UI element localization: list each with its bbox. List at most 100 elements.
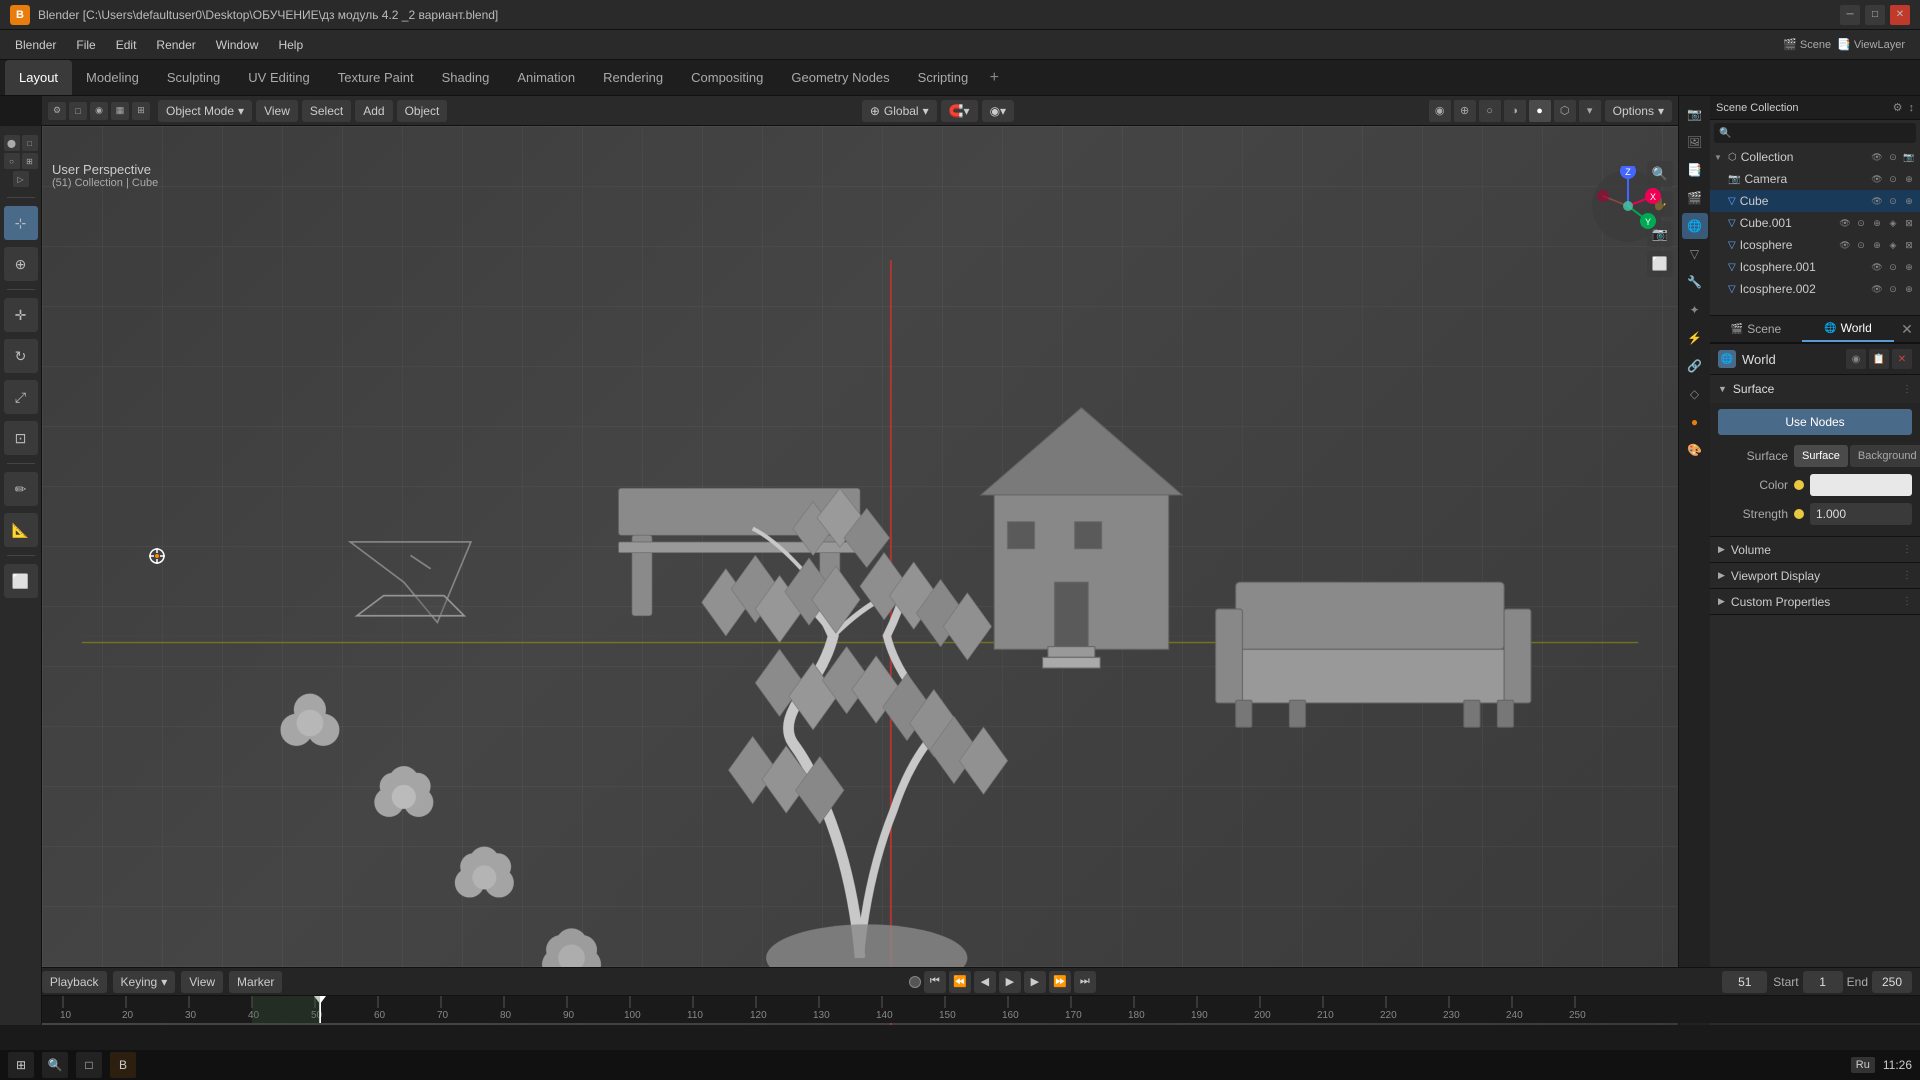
scene-props-icon[interactable]: 🎬 bbox=[1682, 185, 1708, 211]
marker-menu[interactable]: Marker bbox=[229, 971, 282, 993]
menu-render[interactable]: Render bbox=[146, 35, 205, 55]
blender-taskbar-btn[interactable]: B bbox=[110, 1052, 136, 1078]
outliner-collection[interactable]: ▼ ⬡ Collection 👁 ⊙ 📷 bbox=[1710, 146, 1920, 168]
select-tool[interactable]: ⊹ bbox=[4, 206, 38, 240]
object-props-icon[interactable]: ▽ bbox=[1682, 241, 1708, 267]
move-tool[interactable]: ✛ bbox=[4, 298, 38, 332]
end-frame-input[interactable]: 250 bbox=[1872, 971, 1912, 993]
custom-properties-section[interactable]: ▶ Custom Properties ⋮ bbox=[1710, 589, 1920, 615]
scene-tab[interactable]: 🎬 Scene bbox=[1710, 316, 1802, 342]
navigation-gizmo[interactable]: X Y Z bbox=[1588, 166, 1668, 246]
outliner-sort-btn[interactable]: ↕ bbox=[1909, 102, 1915, 114]
viewport-icon-1[interactable]: ⚙ bbox=[48, 102, 66, 120]
next-keyframe-btn[interactable]: ⏩ bbox=[1049, 971, 1071, 993]
outliner-camera[interactable]: 📷 Camera 👁 ⊙ ⊕ bbox=[1710, 168, 1920, 190]
mode-icon-3[interactable]: ○ bbox=[4, 153, 20, 169]
snap-btn[interactable]: 🧲▾ bbox=[941, 100, 978, 122]
options-btn[interactable]: Options ▾ bbox=[1605, 100, 1672, 122]
shading-props-icon[interactable]: 🎨 bbox=[1682, 437, 1708, 463]
tab-geometry-nodes[interactable]: Geometry Nodes bbox=[777, 60, 903, 95]
mode-icon-2[interactable]: □ bbox=[22, 135, 38, 151]
modifier-props-icon[interactable]: 🔧 bbox=[1682, 269, 1708, 295]
timeline-view-menu[interactable]: View bbox=[181, 971, 223, 993]
color-swatch[interactable] bbox=[1810, 474, 1912, 496]
viewport-icon-2[interactable]: □ bbox=[69, 102, 87, 120]
add-menu[interactable]: Add bbox=[355, 100, 392, 122]
playback-menu[interactable]: Playback bbox=[42, 971, 107, 993]
close-button[interactable]: ✕ bbox=[1890, 5, 1910, 25]
outliner-filter-btn[interactable]: ⚙ bbox=[1893, 101, 1903, 114]
jump-start-btn[interactable]: ⏮ bbox=[924, 971, 946, 993]
surface-menu-btn[interactable]: ⋮ bbox=[1902, 384, 1912, 395]
viewport-icon-4[interactable]: ▦ bbox=[111, 102, 129, 120]
use-nodes-button[interactable]: Use Nodes bbox=[1718, 409, 1912, 435]
object-menu[interactable]: Object bbox=[397, 100, 448, 122]
output-props-icon[interactable]: 🖼 bbox=[1682, 129, 1708, 155]
viewport-icon-5[interactable]: ⊞ bbox=[132, 102, 150, 120]
outliner-icosphere001[interactable]: ▽ Icosphere.001 👁 ⊙ ⊕ bbox=[1710, 256, 1920, 278]
measure-tool[interactable]: 📐 bbox=[4, 513, 38, 547]
world-prop-btn1[interactable]: ◉ bbox=[1846, 349, 1866, 369]
start-button[interactable]: ⊞ bbox=[8, 1052, 34, 1078]
world-props-icon[interactable]: 🌐 bbox=[1682, 213, 1708, 239]
local-view-btn[interactable]: ⬜ bbox=[1647, 251, 1673, 277]
object-mode-dropdown[interactable]: Object Mode ▾ bbox=[158, 100, 252, 122]
volume-section[interactable]: ▶ Volume ⋮ bbox=[1710, 537, 1920, 563]
outliner-icosphere[interactable]: ▽ Icosphere 👁 ⊙ ⊕ ◈ ⊠ bbox=[1710, 234, 1920, 256]
particles-props-icon[interactable]: ✦ bbox=[1682, 297, 1708, 323]
mode-icon-1[interactable]: ⬤ bbox=[4, 135, 20, 151]
annotate-tool[interactable]: ✏ bbox=[4, 472, 38, 506]
search-button[interactable]: 🔍 bbox=[42, 1052, 68, 1078]
mode-icon-5[interactable]: ▷ bbox=[13, 171, 29, 187]
shading-mode-3[interactable]: ● bbox=[1529, 100, 1551, 122]
prev-keyframe-btn[interactable]: ⏪ bbox=[949, 971, 971, 993]
rotate-tool[interactable]: ↻ bbox=[4, 339, 38, 373]
world-prop-btn3[interactable]: ✕ bbox=[1892, 349, 1912, 369]
physics-props-icon[interactable]: ⚡ bbox=[1682, 325, 1708, 351]
task-view-btn[interactable]: □ bbox=[76, 1052, 102, 1078]
tab-shading[interactable]: Shading bbox=[428, 60, 504, 95]
menu-file[interactable]: File bbox=[66, 35, 105, 55]
world-tab[interactable]: 🌐 World bbox=[1802, 316, 1894, 342]
play-btn[interactable]: ▶ bbox=[999, 971, 1021, 993]
background-tab-btn[interactable]: Background bbox=[1850, 445, 1920, 467]
tab-scripting[interactable]: Scripting bbox=[904, 60, 983, 95]
proportional-edit-btn[interactable]: ◉▾ bbox=[982, 100, 1015, 122]
surface-tab-btn[interactable]: Surface bbox=[1794, 445, 1848, 467]
outliner-cube[interactable]: ▽ Cube 👁 ⊙ ⊕ bbox=[1710, 190, 1920, 212]
cp-menu-icon[interactable]: ⋮ bbox=[1902, 596, 1912, 607]
select-menu[interactable]: Select bbox=[302, 100, 351, 122]
next-frame-btn[interactable]: ▶ bbox=[1024, 971, 1046, 993]
outliner-search[interactable]: 🔍 bbox=[1714, 123, 1916, 143]
vd-menu-icon[interactable]: ⋮ bbox=[1902, 570, 1912, 581]
volume-menu-icon[interactable]: ⋮ bbox=[1902, 544, 1912, 555]
strength-input[interactable]: 1.000 bbox=[1810, 503, 1912, 525]
gizmo-btn[interactable]: ⊕ bbox=[1454, 100, 1476, 122]
current-frame-display[interactable]: 51 bbox=[1722, 971, 1767, 993]
sel-btn-col[interactable]: ⊙ bbox=[1886, 150, 1900, 164]
world-prop-btn2[interactable]: 📋 bbox=[1869, 349, 1889, 369]
vis-btn-col[interactable]: 👁 bbox=[1870, 150, 1884, 164]
scale-tool[interactable]: ⤢ bbox=[4, 380, 38, 414]
shading-mode-2[interactable]: ◑ bbox=[1504, 100, 1526, 122]
mode-icon-4[interactable]: ⊞ bbox=[22, 153, 38, 169]
overlay-btn[interactable]: ◉ bbox=[1429, 100, 1451, 122]
close-world-btn[interactable]: ✕ bbox=[1894, 316, 1920, 342]
tab-compositing[interactable]: Compositing bbox=[677, 60, 777, 95]
shading-mode-4[interactable]: ⬡ bbox=[1554, 100, 1576, 122]
viewport-display-section[interactable]: ▶ Viewport Display ⋮ bbox=[1710, 563, 1920, 589]
viewlayer-selector[interactable]: 📑 ViewLayer bbox=[1837, 38, 1905, 51]
view-menu[interactable]: View bbox=[256, 100, 298, 122]
scene-selector[interactable]: 🎬 Scene bbox=[1783, 38, 1831, 51]
viewport-icon-3[interactable]: ◉ bbox=[90, 102, 108, 120]
menu-blender[interactable]: Blender bbox=[5, 35, 66, 55]
tab-layout[interactable]: Layout bbox=[5, 60, 72, 95]
tab-uv-editing[interactable]: UV Editing bbox=[234, 60, 323, 95]
add-workspace-button[interactable]: + bbox=[982, 66, 1006, 90]
transform-tool[interactable]: ⊡ bbox=[4, 421, 38, 455]
tab-animation[interactable]: Animation bbox=[503, 60, 589, 95]
menu-edit[interactable]: Edit bbox=[106, 35, 147, 55]
cursor-tool[interactable]: ⊕ bbox=[4, 247, 38, 281]
minimize-button[interactable]: ─ bbox=[1840, 5, 1860, 25]
prev-frame-btn[interactable]: ◀ bbox=[974, 971, 996, 993]
